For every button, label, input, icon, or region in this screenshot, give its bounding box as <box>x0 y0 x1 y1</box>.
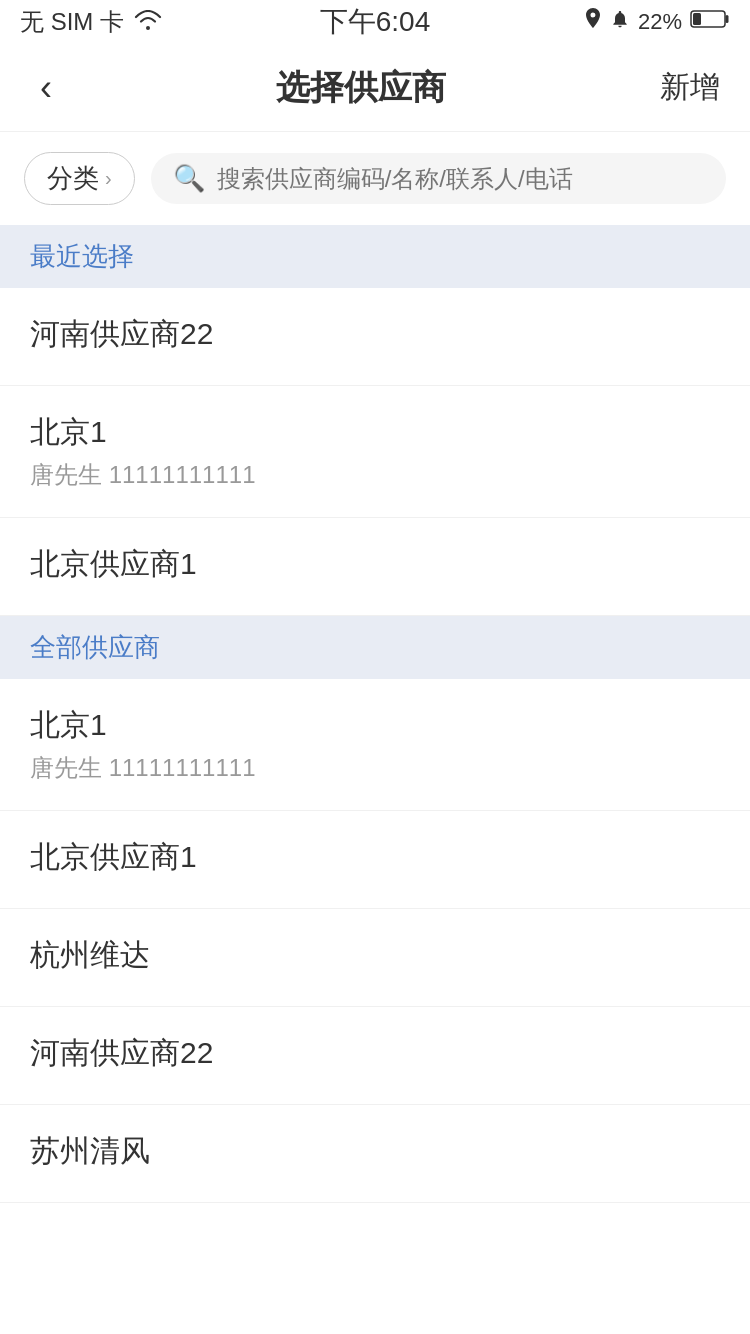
all-section-header: 全部供应商 <box>0 616 750 679</box>
search-box[interactable]: 🔍 <box>151 153 726 204</box>
item-name: 北京1 <box>30 412 720 453</box>
item-name: 北京供应商1 <box>30 837 720 878</box>
recent-items-list: 河南供应商22 北京1 唐先生 11111111111 北京供应商1 <box>0 288 750 616</box>
status-left: 无 SIM 卡 <box>20 6 162 38</box>
battery-text: 22% <box>638 9 682 35</box>
location-icon <box>584 8 602 36</box>
search-icon: 🔍 <box>173 163 205 194</box>
list-item[interactable]: 北京1 唐先生 11111111111 <box>0 386 750 518</box>
all-section-label: 全部供应商 <box>30 632 160 662</box>
list-item[interactable]: 河南供应商22 <box>0 1007 750 1105</box>
page-title: 选择供应商 <box>276 65 446 111</box>
status-time: 下午6:04 <box>320 3 431 41</box>
nav-bar: ‹ 选择供应商 新增 <box>0 44 750 132</box>
alarm-icon <box>610 8 630 36</box>
no-sim-text: 无 SIM 卡 <box>20 6 124 38</box>
chevron-right-icon: › <box>105 167 112 190</box>
list-item[interactable]: 北京1 唐先生 11111111111 <box>0 679 750 811</box>
item-name: 河南供应商22 <box>30 1033 720 1074</box>
all-items-list: 北京1 唐先生 11111111111 北京供应商1 杭州维达 河南供应商22 苏… <box>0 679 750 1203</box>
list-item[interactable]: 北京供应商1 <box>0 811 750 909</box>
back-button[interactable]: ‹ <box>30 57 62 119</box>
item-name: 杭州维达 <box>30 935 720 976</box>
status-bar: 无 SIM 卡 下午6:04 22% <box>0 0 750 44</box>
item-name: 河南供应商22 <box>30 314 720 355</box>
svg-rect-1 <box>726 15 729 23</box>
category-button[interactable]: 分类 › <box>24 152 135 205</box>
recent-section-header: 最近选择 <box>0 225 750 288</box>
item-name: 苏州清风 <box>30 1131 720 1172</box>
search-input[interactable] <box>217 165 704 193</box>
item-name: 北京1 <box>30 705 720 746</box>
item-sub: 唐先生 11111111111 <box>30 752 720 784</box>
filter-bar: 分类 › 🔍 <box>0 132 750 225</box>
recent-section-label: 最近选择 <box>30 241 134 271</box>
list-item[interactable]: 北京供应商1 <box>0 518 750 616</box>
add-button[interactable]: 新增 <box>660 67 720 108</box>
list-item[interactable]: 河南供应商22 <box>0 288 750 386</box>
battery-icon <box>690 9 730 35</box>
list-item[interactable]: 杭州维达 <box>0 909 750 1007</box>
wifi-icon <box>134 8 162 36</box>
svg-rect-2 <box>693 13 701 25</box>
list-item[interactable]: 苏州清风 <box>0 1105 750 1203</box>
category-label: 分类 <box>47 161 99 196</box>
item-sub: 唐先生 11111111111 <box>30 459 720 491</box>
item-name: 北京供应商1 <box>30 544 720 585</box>
status-right: 22% <box>584 8 730 36</box>
